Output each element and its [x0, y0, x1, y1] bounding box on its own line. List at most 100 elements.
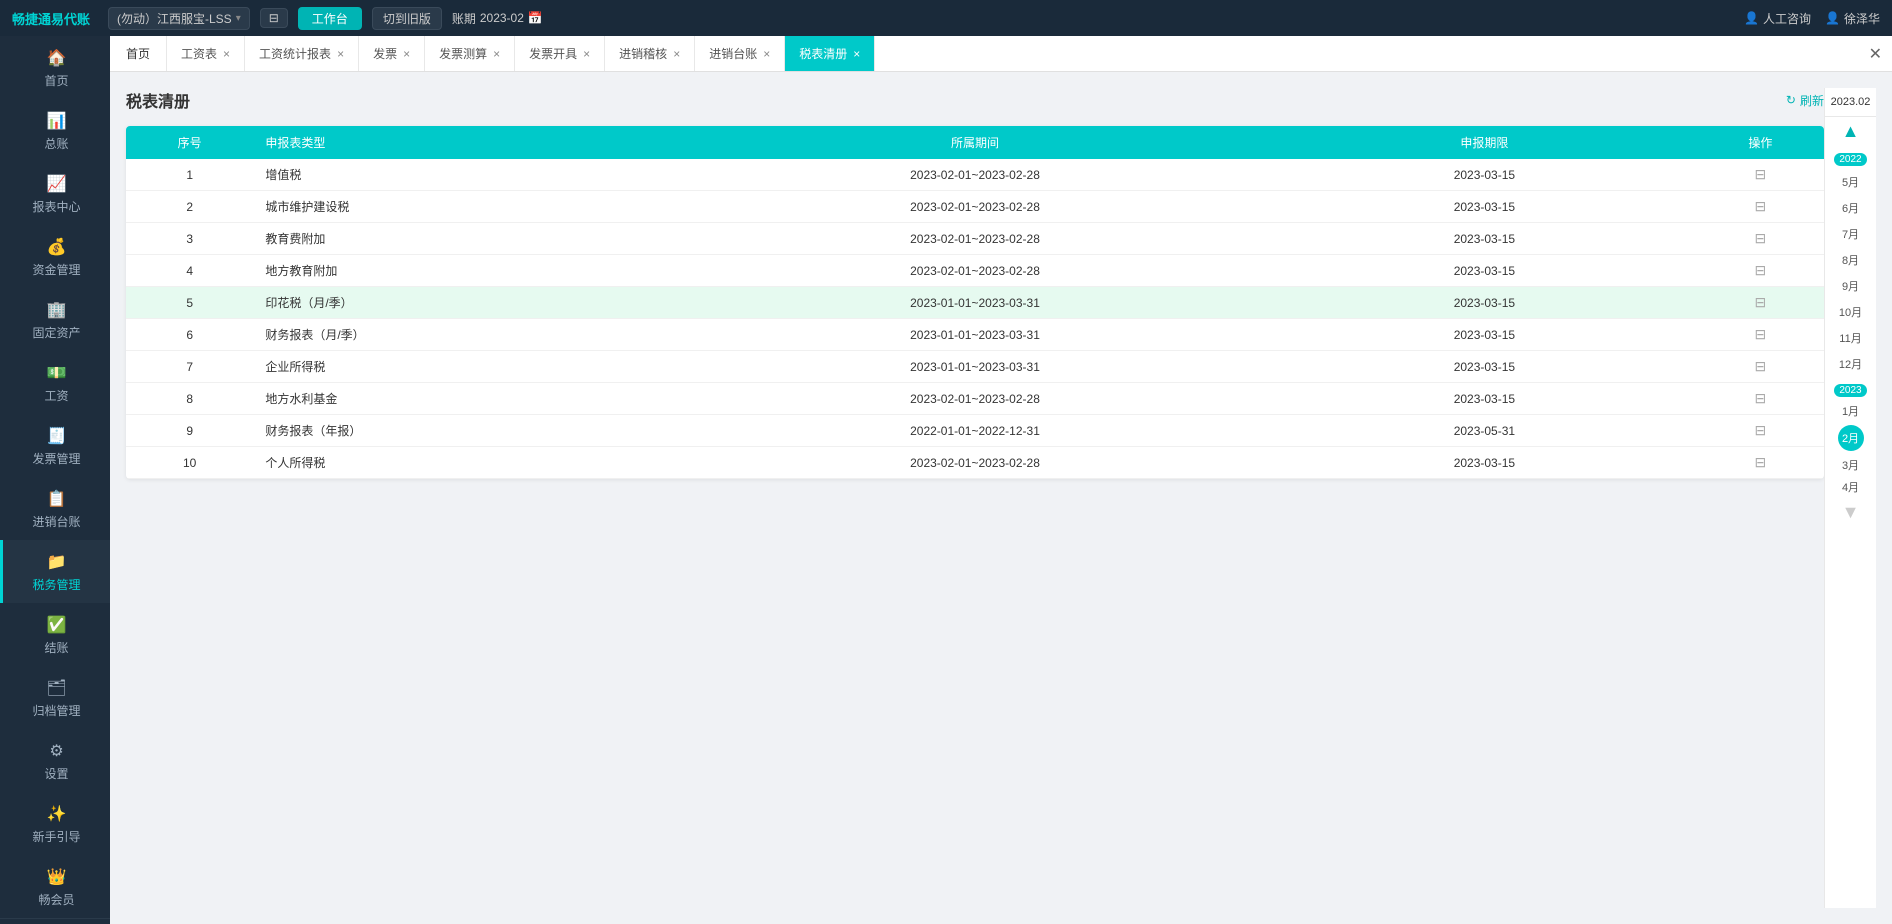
cell-action[interactable]: ⊟: [1697, 287, 1824, 319]
sidebar-item-archive[interactable]: 🗂 归档管理: [0, 666, 110, 729]
cell-action[interactable]: ⊟: [1697, 351, 1824, 383]
cell-action[interactable]: ⊟: [1697, 223, 1824, 255]
tab-home-label: 首页: [126, 45, 150, 62]
sidebar-item-funds[interactable]: 💰 资金管理: [0, 225, 110, 288]
tab-bar: 首页 工资表 × 工资统计报表 × 发票 × 发票测算 × 发票开具 ×: [110, 36, 1892, 72]
sidebar-item-invoices[interactable]: 🧾 发票管理: [0, 414, 110, 477]
month-item[interactable]: 12月: [1828, 351, 1872, 377]
panel-period: 2023.02: [1831, 96, 1871, 108]
sidebar-item-member[interactable]: 👑 畅会员: [0, 855, 110, 918]
page-title: 税表清册: [126, 88, 190, 112]
action-icon[interactable]: ⊟: [1754, 454, 1766, 470]
user-service-btn[interactable]: 👤 人工咨询: [1744, 10, 1811, 27]
action-icon[interactable]: ⊟: [1754, 358, 1766, 374]
table-row: 3 教育费附加 2023-02-01~2023-02-28 2023-03-15…: [126, 223, 1824, 255]
action-icon[interactable]: ⊟: [1754, 294, 1766, 310]
table-row: 10 个人所得税 2023-02-01~2023-02-28 2023-03-1…: [126, 447, 1824, 479]
cell-deadline: 2023-03-15: [1272, 287, 1697, 319]
sidebar-label-purchase-sales: 进销台账: [32, 513, 80, 530]
table-row: 7 企业所得税 2023-01-01~2023-03-31 2023-03-15…: [126, 351, 1824, 383]
action-icon[interactable]: ⊟: [1754, 262, 1766, 278]
table-row: 9 财务报表（年报） 2022-01-01~2022-12-31 2023-05…: [126, 415, 1824, 447]
sidebar-item-tax[interactable]: 📁 税务管理: [0, 540, 110, 603]
cell-no: 8: [126, 383, 253, 415]
tab-tax-roster[interactable]: 税表清册 ×: [785, 36, 875, 71]
month-item[interactable]: 7月: [1828, 221, 1872, 247]
switch-old-button[interactable]: 切到旧版: [372, 7, 442, 30]
cell-type: 财务报表（月/季）: [253, 319, 678, 351]
workbench-button[interactable]: 工作台: [298, 7, 362, 30]
month-item[interactable]: 2月: [1828, 422, 1872, 454]
tab-payroll-table[interactable]: 工资表 ×: [167, 36, 245, 71]
tab-invoice-issue-label: 发票开具: [529, 45, 577, 62]
nav-up-btn[interactable]: ▲: [1838, 117, 1864, 146]
col-no: 序号: [126, 126, 253, 159]
period-display: 账期 2023-02 📅: [452, 10, 543, 27]
cell-action[interactable]: ⊟: [1697, 447, 1824, 479]
tab-close-invoice-calc[interactable]: ×: [493, 47, 500, 61]
cell-deadline: 2023-05-31: [1272, 415, 1697, 447]
cell-action[interactable]: ⊟: [1697, 255, 1824, 287]
month-item[interactable]: 10月: [1828, 299, 1872, 325]
refresh-button[interactable]: ↻ 刷新: [1786, 92, 1824, 109]
company-selector[interactable]: (勿动）江西服宝-LSS ▾: [108, 7, 250, 30]
tab-close-payroll[interactable]: ×: [223, 47, 230, 61]
month-item[interactable]: 4月: [1828, 476, 1872, 498]
tab-close-invoice[interactable]: ×: [403, 47, 410, 61]
action-icon[interactable]: ⊟: [1754, 422, 1766, 438]
action-icon[interactable]: ⊟: [1754, 166, 1766, 182]
cell-type: 地方教育附加: [253, 255, 678, 287]
cell-no: 2: [126, 191, 253, 223]
sidebar-item-purchase-sales[interactable]: 📋 进销台账: [0, 477, 110, 540]
tab-invoice-issue[interactable]: 发票开具 ×: [515, 36, 605, 71]
tab-invoice-calc[interactable]: 发票测算 ×: [425, 36, 515, 71]
action-icon[interactable]: ⊟: [1754, 326, 1766, 342]
year-label-2022: 2022: [1834, 153, 1866, 166]
month-item[interactable]: 9月: [1828, 273, 1872, 299]
sidebar-label-guide: 新手引导: [32, 828, 80, 845]
tab-close-tax-roster[interactable]: ×: [853, 47, 860, 61]
active-month[interactable]: 2月: [1838, 425, 1864, 451]
action-icon[interactable]: ⊟: [1754, 230, 1766, 246]
nav-down-btn[interactable]: ▼: [1838, 498, 1864, 527]
tab-close-invoice-issue[interactable]: ×: [583, 47, 590, 61]
month-item[interactable]: 8月: [1828, 247, 1872, 273]
tab-tax-roster-label: 税表清册: [799, 45, 847, 62]
sidebar-item-ledger[interactable]: 📊 总账: [0, 99, 110, 162]
month-item[interactable]: 5月: [1828, 169, 1872, 195]
sidebar-item-reports[interactable]: 📈 报表中心: [0, 162, 110, 225]
sidebar-item-home[interactable]: 🏠 首页: [0, 36, 110, 99]
tab-purchase-ledger[interactable]: 进销台账 ×: [695, 36, 785, 71]
cell-action[interactable]: ⊟: [1697, 383, 1824, 415]
sidebar-item-assets[interactable]: 🏢 固定资产: [0, 288, 110, 351]
topbar: 畅捷通易代账 (勿动）江西服宝-LSS ▾ ⊟ 工作台 切到旧版 账期 2023…: [0, 0, 1892, 36]
close-tab-btn[interactable]: ✕: [1869, 44, 1882, 64]
month-item[interactable]: 6月: [1828, 195, 1872, 221]
tab-close-purchase-ledger[interactable]: ×: [763, 47, 770, 61]
sidebar-item-settings[interactable]: ⚙ 设置: [0, 729, 110, 792]
action-icon[interactable]: ⊟: [1754, 390, 1766, 406]
content-area: 首页 工资表 × 工资统计报表 × 发票 × 发票测算 × 发票开具 ×: [110, 36, 1892, 924]
month-item[interactable]: 3月: [1828, 454, 1872, 476]
sidebar-item-guide[interactable]: ✨ 新手引导: [0, 792, 110, 855]
cell-action[interactable]: ⊟: [1697, 319, 1824, 351]
sidebar-item-close[interactable]: ✅ 结账: [0, 603, 110, 666]
calendar-icon[interactable]: 📅: [528, 11, 543, 25]
cell-action[interactable]: ⊟: [1697, 159, 1824, 191]
month-item[interactable]: 11月: [1828, 325, 1872, 351]
cell-type: 个人所得税: [253, 447, 678, 479]
tab-purchase-audit[interactable]: 进销稽核 ×: [605, 36, 695, 71]
tab-payroll-stats[interactable]: 工资统计报表 ×: [245, 36, 359, 71]
action-icon[interactable]: ⊟: [1754, 198, 1766, 214]
page-main: 税表清册 ↻ 刷新 序号 申报表类型 所属期间 申报期限 操作: [126, 88, 1824, 908]
tab-home[interactable]: 首页: [110, 36, 167, 71]
cell-action[interactable]: ⊟: [1697, 191, 1824, 223]
tab-invoice[interactable]: 发票 ×: [359, 36, 425, 71]
tab-close-payroll-stats[interactable]: ×: [337, 47, 344, 61]
user-profile-btn[interactable]: 👤 徐泽华: [1825, 10, 1880, 27]
copy-icon-btn[interactable]: ⊟: [260, 8, 288, 28]
cell-action[interactable]: ⊟: [1697, 415, 1824, 447]
sidebar-item-payroll[interactable]: 💵 工资: [0, 351, 110, 414]
month-item[interactable]: 1月: [1828, 400, 1872, 422]
tab-close-purchase-audit[interactable]: ×: [673, 47, 680, 61]
